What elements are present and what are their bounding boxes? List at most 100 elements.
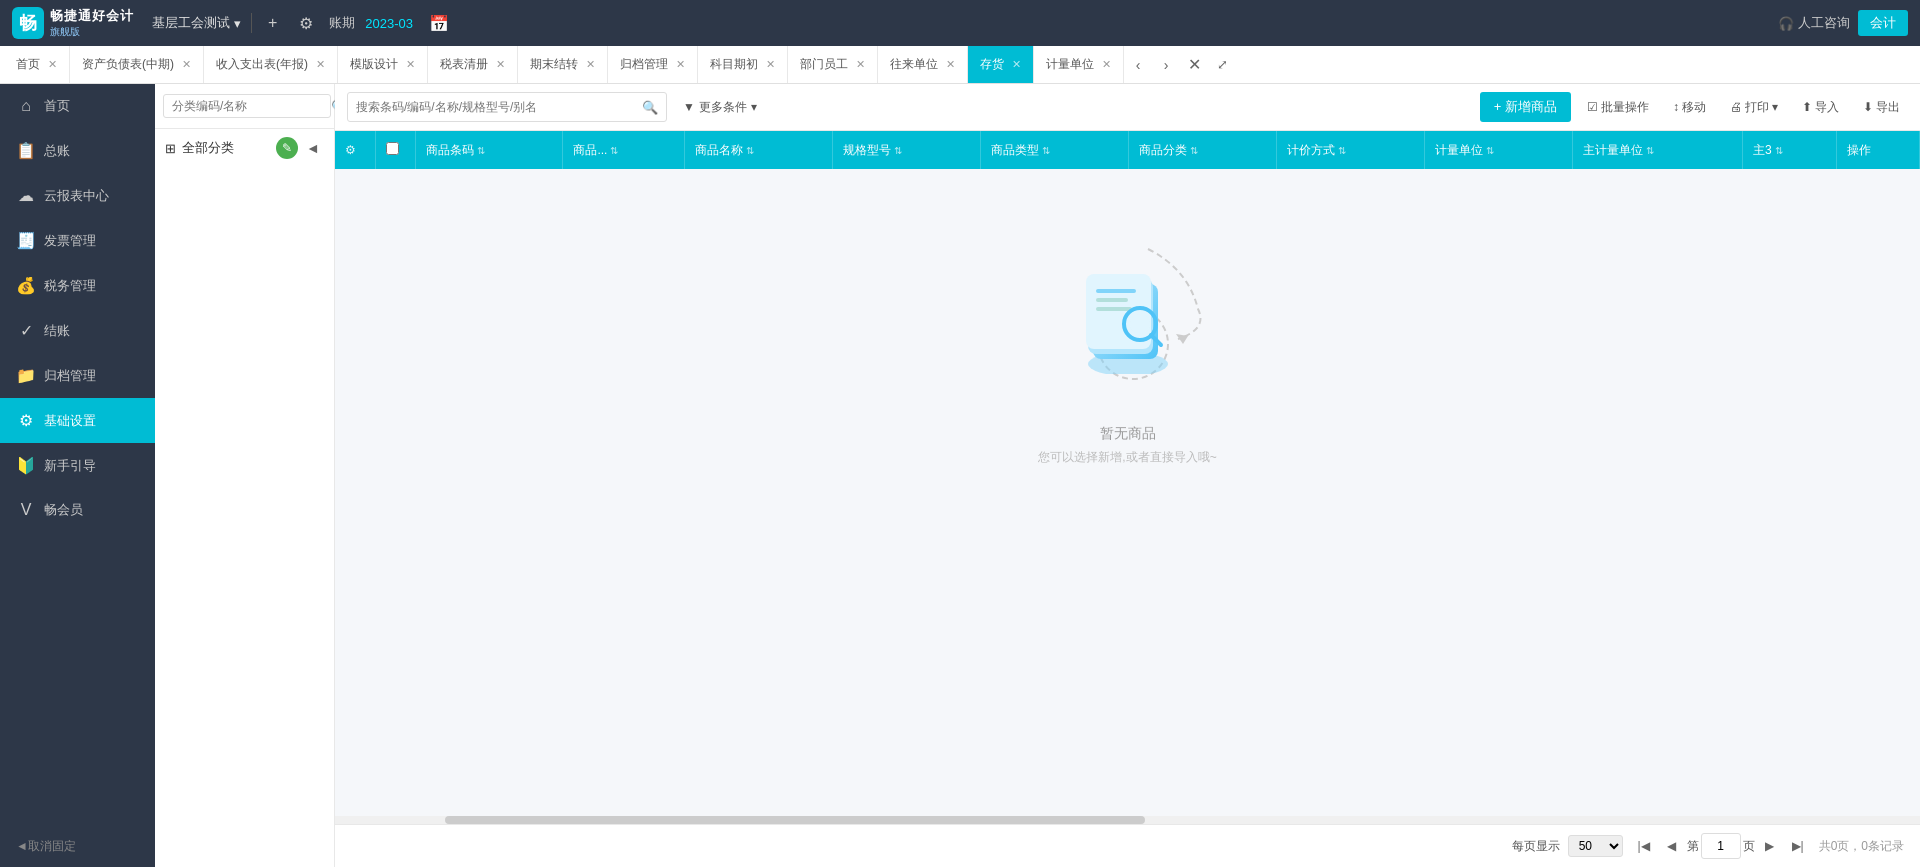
- guide-icon: 🔰: [16, 456, 36, 475]
- sidebar-item-archive[interactable]: 📁 归档管理: [0, 353, 155, 398]
- tab-close-department[interactable]: ✕: [856, 58, 865, 71]
- name-col-header[interactable]: 商品名称⇅: [685, 131, 833, 169]
- calendar-icon[interactable]: 📅: [423, 10, 455, 37]
- sidebar-item-invoice[interactable]: 🧾 发票管理: [0, 218, 155, 263]
- sidebar-item-basic[interactable]: ⚙ 基础设置: [0, 398, 155, 443]
- export-icon: ⬇: [1863, 100, 1873, 114]
- filter-btn[interactable]: ▼ 更多条件 ▾: [675, 95, 765, 120]
- select-all-checkbox[interactable]: [386, 142, 399, 155]
- tab-next-btn[interactable]: ›: [1152, 46, 1180, 84]
- sidebar-item-cloud[interactable]: ☁ 云报表中心: [0, 173, 155, 218]
- tab-prev-btn[interactable]: ‹: [1124, 46, 1152, 84]
- tab-close-archive[interactable]: ✕: [676, 58, 685, 71]
- help-button[interactable]: 🎧 人工咨询: [1778, 14, 1850, 32]
- category-edit-btn[interactable]: ✎: [276, 137, 298, 159]
- sidebar-item-guide[interactable]: 🔰 新手引导: [0, 443, 155, 488]
- price-method-col-header[interactable]: 计价方式⇅: [1277, 131, 1425, 169]
- tab-close-period[interactable]: ✕: [586, 58, 595, 71]
- tab-close-balance[interactable]: ✕: [182, 58, 191, 71]
- type-col-header[interactable]: 商品类型⇅: [981, 131, 1129, 169]
- category-all-header[interactable]: ⊞ 全部分类 ✎ ◄: [155, 129, 334, 167]
- tab-archive[interactable]: 归档管理 ✕: [608, 46, 698, 84]
- tab-subject-init[interactable]: 科目期初 ✕: [698, 46, 788, 84]
- main-unit-col-header[interactable]: 主计量单位⇅: [1572, 131, 1742, 169]
- tab-homepage[interactable]: 首页 ✕: [4, 46, 70, 84]
- last-page-btn[interactable]: ▶|: [1785, 833, 1811, 859]
- tab-template[interactable]: 模版设计 ✕: [338, 46, 428, 84]
- tab-close-all-btn[interactable]: ✕: [1180, 46, 1208, 84]
- settings-col-header[interactable]: ⚙: [335, 131, 375, 169]
- tab-balance-sheet[interactable]: 资产负债表(中期) ✕: [70, 46, 204, 84]
- search-icon: 🔍: [642, 100, 658, 115]
- print-icon: 🖨: [1730, 100, 1742, 114]
- tab-close-homepage[interactable]: ✕: [48, 58, 57, 71]
- category-search-input[interactable]: [163, 94, 331, 118]
- tab-income[interactable]: 收入支出表(年报) ✕: [204, 46, 338, 84]
- content-area: 🔍 ⊞ 全部分类 ✎ ◄ 🔍: [155, 84, 1920, 867]
- col3-header[interactable]: 主3⇅: [1742, 131, 1836, 169]
- category-col-header[interactable]: 商品分类⇅: [1129, 131, 1277, 169]
- archive-icon: 📁: [16, 366, 36, 385]
- move-icon: ↕: [1673, 100, 1679, 114]
- company-selector[interactable]: 基层工会测试 ▾: [152, 14, 241, 32]
- tab-close-template[interactable]: ✕: [406, 58, 415, 71]
- filter-icon: ▼: [683, 100, 695, 114]
- category-collapse-btn[interactable]: ◄: [302, 137, 324, 159]
- code-col-header[interactable]: 商品...⇅: [563, 131, 685, 169]
- empty-state: 暂无商品 您可以选择新增,或者直接导入哦~: [335, 169, 1920, 526]
- print-btn[interactable]: 🖨 打印 ▾: [1722, 95, 1786, 120]
- spec-col-header[interactable]: 规格型号⇅: [833, 131, 981, 169]
- prev-page-btn[interactable]: ◀: [1659, 833, 1685, 859]
- batch-operation-btn[interactable]: ☑ 批量操作: [1579, 95, 1657, 120]
- tab-tax-table[interactable]: 税表清册 ✕: [428, 46, 518, 84]
- tab-department[interactable]: 部门员工 ✕: [788, 46, 878, 84]
- per-page-select[interactable]: 50 20 100: [1568, 835, 1623, 857]
- empty-title: 暂无商品: [1100, 425, 1156, 443]
- horizontal-scrollbar[interactable]: [335, 816, 1920, 824]
- svg-rect-5: [1086, 274, 1151, 349]
- account-button[interactable]: 会计: [1858, 10, 1908, 36]
- sidebar-item-closing[interactable]: ✓ 结账: [0, 308, 155, 353]
- sidebar-item-member[interactable]: V 畅会员: [0, 488, 155, 532]
- top-right: 🎧 人工咨询 会计: [1778, 10, 1908, 36]
- sidebar-label-basic: 基础设置: [44, 412, 96, 430]
- settings-icon[interactable]: ⚙: [293, 10, 319, 37]
- tab-period-close[interactable]: 期末结转 ✕: [518, 46, 608, 84]
- sidebar-pin-toggle[interactable]: ◄取消固定: [0, 826, 155, 867]
- export-btn[interactable]: ⬇ 导出: [1855, 95, 1908, 120]
- move-btn[interactable]: ↕ 移动: [1665, 95, 1714, 120]
- add-tab-btn[interactable]: +: [262, 10, 283, 36]
- page-number-input[interactable]: [1701, 833, 1741, 859]
- add-product-btn[interactable]: + 新增商品: [1480, 92, 1571, 122]
- tab-close-income[interactable]: ✕: [316, 58, 325, 71]
- tab-bar: 首页 ✕ 资产负债表(中期) ✕ 收入支出表(年报) ✕ 模版设计 ✕ 税表清册…: [0, 46, 1920, 84]
- product-search-input[interactable]: [356, 100, 638, 114]
- tab-close-tax[interactable]: ✕: [496, 58, 505, 71]
- import-btn[interactable]: ⬆ 导入: [1794, 95, 1847, 120]
- empty-illustration: [1028, 229, 1228, 409]
- barcode-col-header[interactable]: 商品条码⇅: [415, 131, 563, 169]
- import-icon: ⬆: [1802, 100, 1812, 114]
- tab-close-unit[interactable]: ✕: [1102, 58, 1111, 71]
- tab-close-inventory[interactable]: ✕: [1012, 58, 1021, 71]
- main-layout: ⌂ 首页 📋 总账 ☁ 云报表中心 🧾 发票管理 💰 税务管理 ✓ 结账 📁 归…: [0, 84, 1920, 867]
- scrollbar-thumb[interactable]: [445, 816, 1145, 824]
- unit-col-header[interactable]: 计量单位⇅: [1424, 131, 1572, 169]
- tab-contact[interactable]: 往来单位 ✕: [878, 46, 968, 84]
- sidebar: ⌂ 首页 📋 总账 ☁ 云报表中心 🧾 发票管理 💰 税务管理 ✓ 结账 📁 归…: [0, 84, 155, 867]
- tab-close-contact[interactable]: ✕: [946, 58, 955, 71]
- checkbox-col-header[interactable]: [375, 131, 415, 169]
- page-navigation: |◀ ◀ 第 页 ▶ ▶|: [1631, 833, 1811, 859]
- sidebar-item-ledger[interactable]: 📋 总账: [0, 128, 155, 173]
- tab-inventory[interactable]: 存货 ✕: [968, 46, 1034, 84]
- tab-close-subject[interactable]: ✕: [766, 58, 775, 71]
- sidebar-item-home[interactable]: ⌂ 首页: [0, 84, 155, 128]
- sidebar-label-ledger: 总账: [44, 142, 70, 160]
- sidebar-item-tax[interactable]: 💰 税务管理: [0, 263, 155, 308]
- logo-icon: 畅: [12, 7, 44, 39]
- first-page-btn[interactable]: |◀: [1631, 833, 1657, 859]
- tab-unit[interactable]: 计量单位 ✕: [1034, 46, 1124, 84]
- next-page-btn[interactable]: ▶: [1757, 833, 1783, 859]
- tab-expand-btn[interactable]: ⤢: [1208, 46, 1236, 84]
- logo-text: 畅捷通好会计 旗舰版: [50, 7, 134, 39]
